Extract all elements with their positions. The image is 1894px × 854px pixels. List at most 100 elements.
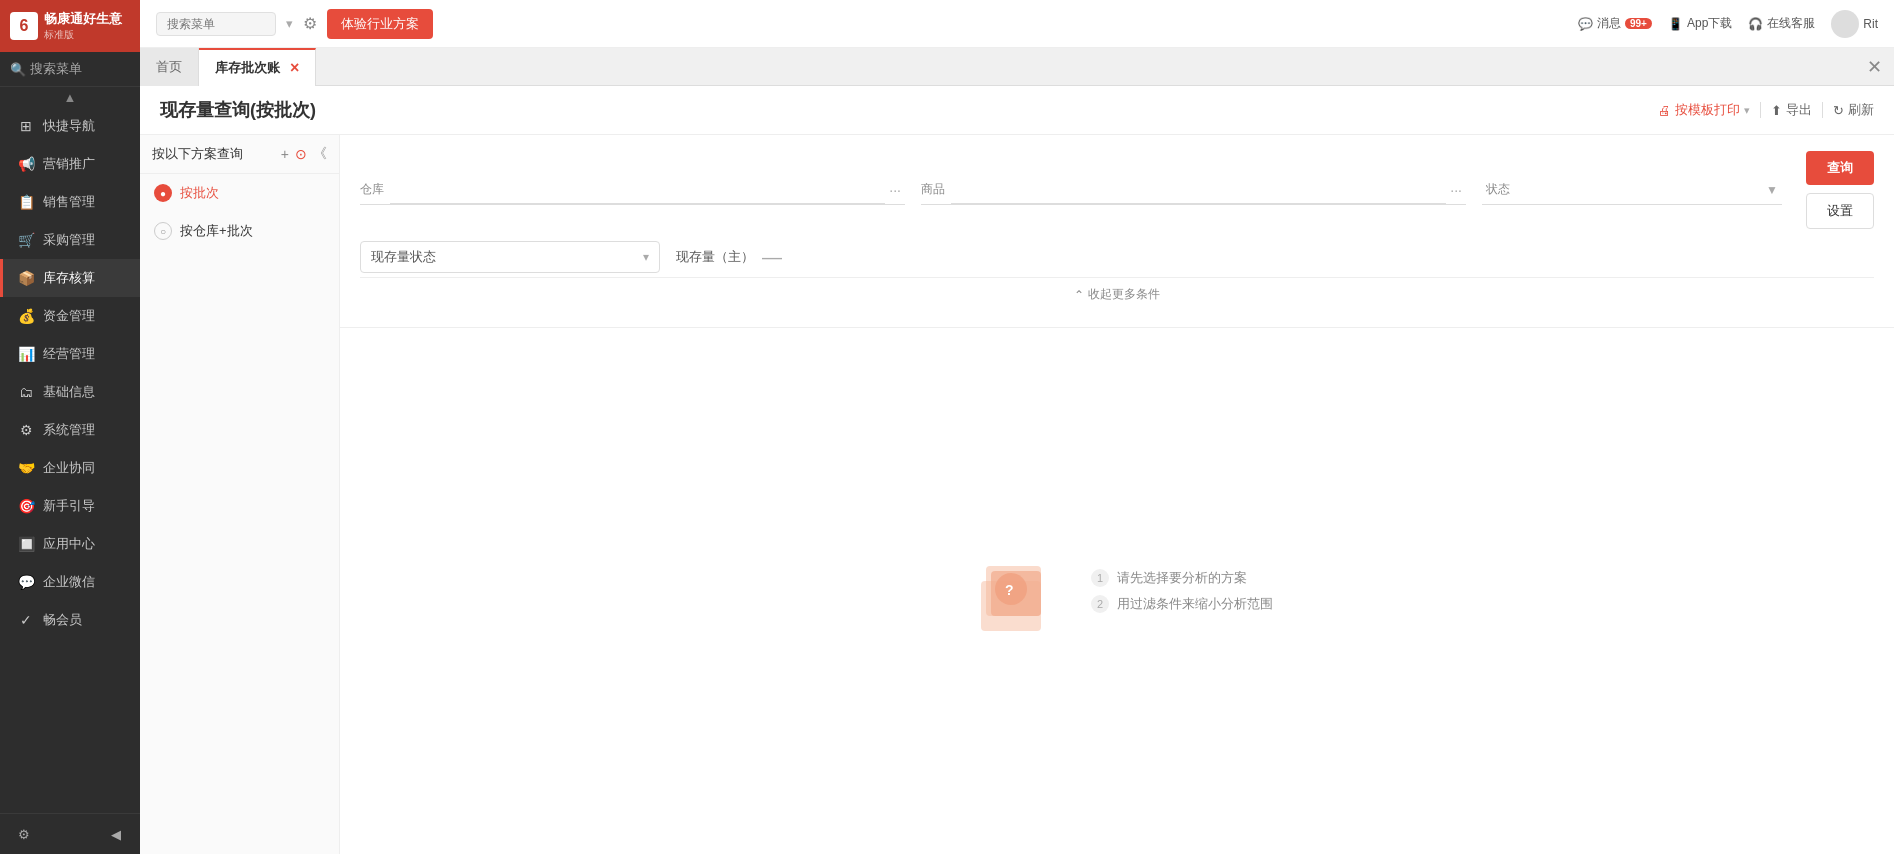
sidebar-item-快捷导航[interactable]: ⊞ 快捷导航: [0, 107, 140, 145]
app-logo: 6: [10, 12, 38, 40]
nav-label-4: 库存核算: [43, 269, 95, 287]
search-dropdown-icon[interactable]: ▾: [286, 16, 293, 31]
topbar-actions: 💬 消息 99+ 📱 App下载 🎧 在线客服 Rit: [1578, 10, 1878, 38]
nav-label-12: 企业微信: [43, 573, 95, 591]
content-body: 按以下方案查询 + ⊙ 《 ● 按批次 ○ 按仓库+批次: [140, 135, 1894, 854]
page-header-actions: 🖨 按模板打印 ▾ ⬆ 导出 ↻ 刷新: [1658, 101, 1874, 119]
settings-icon[interactable]: ⚙: [14, 824, 34, 844]
topbar: ▾ ⚙ 体验行业方案 💬 消息 99+ 📱 App下载 🎧 在线客服 Rit: [140, 0, 1894, 48]
tip-1-num: 1: [1091, 569, 1109, 587]
empty-illustration: ?: [961, 541, 1061, 641]
app-download-icon: 📱: [1668, 17, 1683, 31]
customer-service-action[interactable]: 🎧 在线客服: [1748, 15, 1815, 32]
customer-service-label: 在线客服: [1767, 15, 1815, 32]
tab-close-icon[interactable]: ×: [290, 59, 299, 77]
filter-row-1: 仓库 ··· 商品 ···: [360, 151, 1874, 229]
export-icon: ⬆: [1771, 103, 1782, 118]
collapse-more-button[interactable]: ⌃ 收起更多条件: [360, 277, 1874, 311]
empty-tip-1: 1 请先选择要分析的方案: [1091, 569, 1273, 587]
add-scheme-icon[interactable]: +: [281, 145, 289, 163]
scheme-settings-icon[interactable]: ⊙: [295, 145, 307, 163]
experience-button[interactable]: 体验行业方案: [327, 9, 433, 39]
collapse-left-panel-icon[interactable]: 《: [313, 145, 327, 163]
avatar: [1831, 10, 1859, 38]
sidebar-search-label: 搜索菜单: [30, 60, 82, 78]
sidebar-item-新手引导[interactable]: 🎯 新手引导: [0, 487, 140, 525]
stock-status-arrow[interactable]: ▾: [643, 250, 649, 264]
column-settings-button[interactable]: 设置: [1806, 193, 1874, 229]
left-panel: 按以下方案查询 + ⊙ 《 ● 按批次 ○ 按仓库+批次: [140, 135, 340, 854]
tab-home-label: 首页: [156, 58, 182, 76]
sidebar-item-企业协同[interactable]: 🤝 企业协同: [0, 449, 140, 487]
warehouse-dots[interactable]: ···: [885, 182, 905, 198]
nav-label-8: 系统管理: [43, 421, 95, 439]
messages-label: 消息: [1597, 15, 1621, 32]
sidebar-item-经营管理[interactable]: 📊 经营管理: [0, 335, 140, 373]
sidebar-item-销售管理[interactable]: 📋 销售管理: [0, 183, 140, 221]
refresh-button[interactable]: ↻ 刷新: [1833, 101, 1874, 119]
nav-label-10: 新手引导: [43, 497, 95, 515]
print-button[interactable]: 🖨 按模板打印 ▾: [1658, 101, 1750, 119]
right-panel: 仓库 ··· 商品 ···: [340, 135, 1894, 854]
nav-label-5: 资金管理: [43, 307, 95, 325]
sidebar-scroll-up[interactable]: ▲: [0, 87, 140, 107]
sidebar-bottom: ⚙ ◀: [0, 813, 140, 854]
stock-qty-filter-field: 现存量（主） —: [676, 246, 1874, 269]
sidebar-item-企业微信[interactable]: 💬 企业微信: [0, 563, 140, 601]
nav-icon-5: 💰: [17, 307, 35, 325]
warehouse-input[interactable]: [390, 176, 885, 204]
search-input[interactable]: [156, 12, 276, 36]
inactive-scheme-icon: ○: [154, 222, 172, 240]
active-scheme-icon: ●: [154, 184, 172, 202]
scheme-warehouse-batch-label: 按仓库+批次: [180, 222, 253, 240]
nav-icon-6: 📊: [17, 345, 35, 363]
user-action[interactable]: Rit: [1831, 10, 1878, 38]
tab-panel-close[interactable]: ✕: [1855, 56, 1894, 78]
sidebar-item-系统管理[interactable]: ⚙ 系统管理: [0, 411, 140, 449]
topbar-settings-icon[interactable]: ⚙: [303, 14, 317, 33]
content-area: 现存量查询(按批次) 🖨 按模板打印 ▾ ⬆ 导出 ↻ 刷新: [140, 86, 1894, 854]
collapse-sidebar-icon[interactable]: ◀: [106, 824, 126, 844]
app-download-action[interactable]: 📱 App下载: [1668, 15, 1732, 32]
sidebar-item-应用中心[interactable]: 🔲 应用中心: [0, 525, 140, 563]
page-header: 现存量查询(按批次) 🖨 按模板打印 ▾ ⬆ 导出 ↻ 刷新: [140, 86, 1894, 135]
print-dropdown-icon[interactable]: ▾: [1744, 104, 1750, 117]
messages-action[interactable]: 💬 消息 99+: [1578, 15, 1652, 32]
nav-icon-3: 🛒: [17, 231, 35, 249]
scheme-batch-label: 按批次: [180, 184, 219, 202]
scheme-item-warehouse-batch[interactable]: ○ 按仓库+批次: [140, 212, 339, 250]
app-edition: 标准版: [44, 28, 122, 42]
username-label: Rit: [1863, 17, 1878, 31]
tab-inventory-batch[interactable]: 库存批次账 ×: [199, 48, 316, 86]
product-label: 商品: [921, 181, 945, 198]
sidebar-item-库存核算[interactable]: 📦 库存核算: [0, 259, 140, 297]
product-dots[interactable]: ···: [1446, 182, 1466, 198]
sidebar-item-基础信息[interactable]: 🗂 基础信息: [0, 373, 140, 411]
sidebar-item-营销推广[interactable]: 📢 营销推广: [0, 145, 140, 183]
left-panel-title: 按以下方案查询: [152, 145, 243, 163]
nav-icon-8: ⚙: [17, 421, 35, 439]
empty-state: ? 1 请先选择要分析的方案 2 用过滤条件来缩小分析范围: [340, 328, 1894, 854]
tab-home[interactable]: 首页: [140, 48, 199, 86]
divider-1: [1760, 102, 1761, 118]
nav-icon-13: ✓: [17, 611, 35, 629]
export-button[interactable]: ⬆ 导出: [1771, 101, 1812, 119]
status-dropdown-arrow[interactable]: ▼: [1766, 183, 1778, 197]
sidebar-search[interactable]: 🔍 搜索菜单: [0, 52, 140, 87]
left-panel-header-actions: + ⊙ 《: [281, 145, 327, 163]
warehouse-label: 仓库: [360, 181, 384, 198]
action-buttons: 查询 设置: [1806, 151, 1874, 229]
empty-tip-2: 2 用过滤条件来缩小分析范围: [1091, 595, 1273, 613]
sidebar-item-畅会员[interactable]: ✓ 畅会员: [0, 601, 140, 639]
product-input[interactable]: [951, 176, 1446, 204]
stock-status-filter-field: 现存量状态 ▾: [360, 241, 660, 273]
messages-badge: 99+: [1625, 18, 1652, 29]
sidebar-item-资金管理[interactable]: 💰 资金管理: [0, 297, 140, 335]
sidebar-item-采购管理[interactable]: 🛒 采购管理: [0, 221, 140, 259]
warehouse-filter-field: 仓库 ···: [360, 176, 905, 205]
filter-row-2: 现存量状态 ▾ 现存量（主） —: [360, 241, 1874, 273]
divider-2: [1822, 102, 1823, 118]
scheme-item-batch[interactable]: ● 按批次: [140, 174, 339, 212]
tip-2-text: 用过滤条件来缩小分析范围: [1117, 595, 1273, 613]
query-button[interactable]: 查询: [1806, 151, 1874, 185]
